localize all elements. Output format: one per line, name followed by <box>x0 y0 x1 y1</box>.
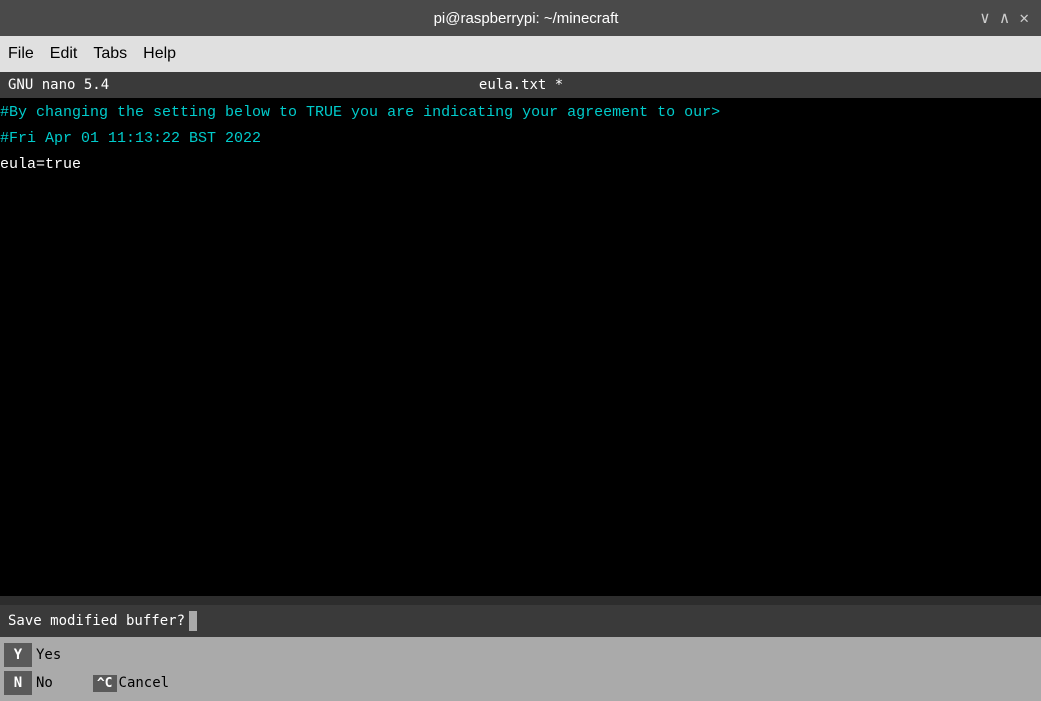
option-no-row: N No ^C Cancel <box>0 669 1041 697</box>
menu-tabs[interactable]: Tabs <box>93 45 127 63</box>
nano-version: GNU nano 5.4 <box>8 77 109 93</box>
save-prompt-bar: Save modified buffer? <box>0 605 1041 637</box>
status-bar-top: GNU nano 5.4 eula.txt * <box>0 72 1041 98</box>
title-controls: ∨ ∧ ✕ <box>980 10 1029 26</box>
option-yes-row: Y Yes <box>0 641 1041 669</box>
no-label: No <box>36 675 53 691</box>
editor-line-3: eula=true <box>0 152 1041 178</box>
minimize-button[interactable]: ∨ <box>980 10 990 26</box>
bottom-area: Save modified buffer? Y Yes N No ^C Canc… <box>0 605 1041 701</box>
maximize-button[interactable]: ∧ <box>1000 10 1010 26</box>
yes-label: Yes <box>36 647 61 663</box>
no-key[interactable]: N <box>4 671 32 695</box>
editor-content[interactable]: #By changing the setting below to TRUE y… <box>0 98 1041 596</box>
title-bar: pi@raspberrypi: ~/minecraft ∨ ∧ ✕ <box>0 0 1041 36</box>
save-prompt-cursor <box>189 611 197 631</box>
menu-help[interactable]: Help <box>143 45 176 63</box>
options-bar: Y Yes N No ^C Cancel <box>0 637 1041 701</box>
save-prompt-text: Save modified buffer? <box>8 613 185 629</box>
yes-key[interactable]: Y <box>4 643 32 667</box>
cancel-option: ^C Cancel <box>93 675 209 692</box>
ctrl-c-key[interactable]: ^C <box>93 675 117 692</box>
cancel-label: Cancel <box>119 675 170 691</box>
editor-container: GNU nano 5.4 eula.txt * #By changing the… <box>0 72 1041 596</box>
menu-edit[interactable]: Edit <box>50 45 78 63</box>
file-name: eula.txt * <box>479 77 563 93</box>
editor-line-2: #Fri Apr 01 11:13:22 BST 2022 <box>0 126 1041 152</box>
menu-bar: File Edit Tabs Help <box>0 36 1041 72</box>
editor-line-1: #By changing the setting below to TRUE y… <box>0 100 1041 126</box>
menu-file[interactable]: File <box>8 45 34 63</box>
close-button[interactable]: ✕ <box>1019 10 1029 26</box>
title-text: pi@raspberrypi: ~/minecraft <box>72 10 980 27</box>
